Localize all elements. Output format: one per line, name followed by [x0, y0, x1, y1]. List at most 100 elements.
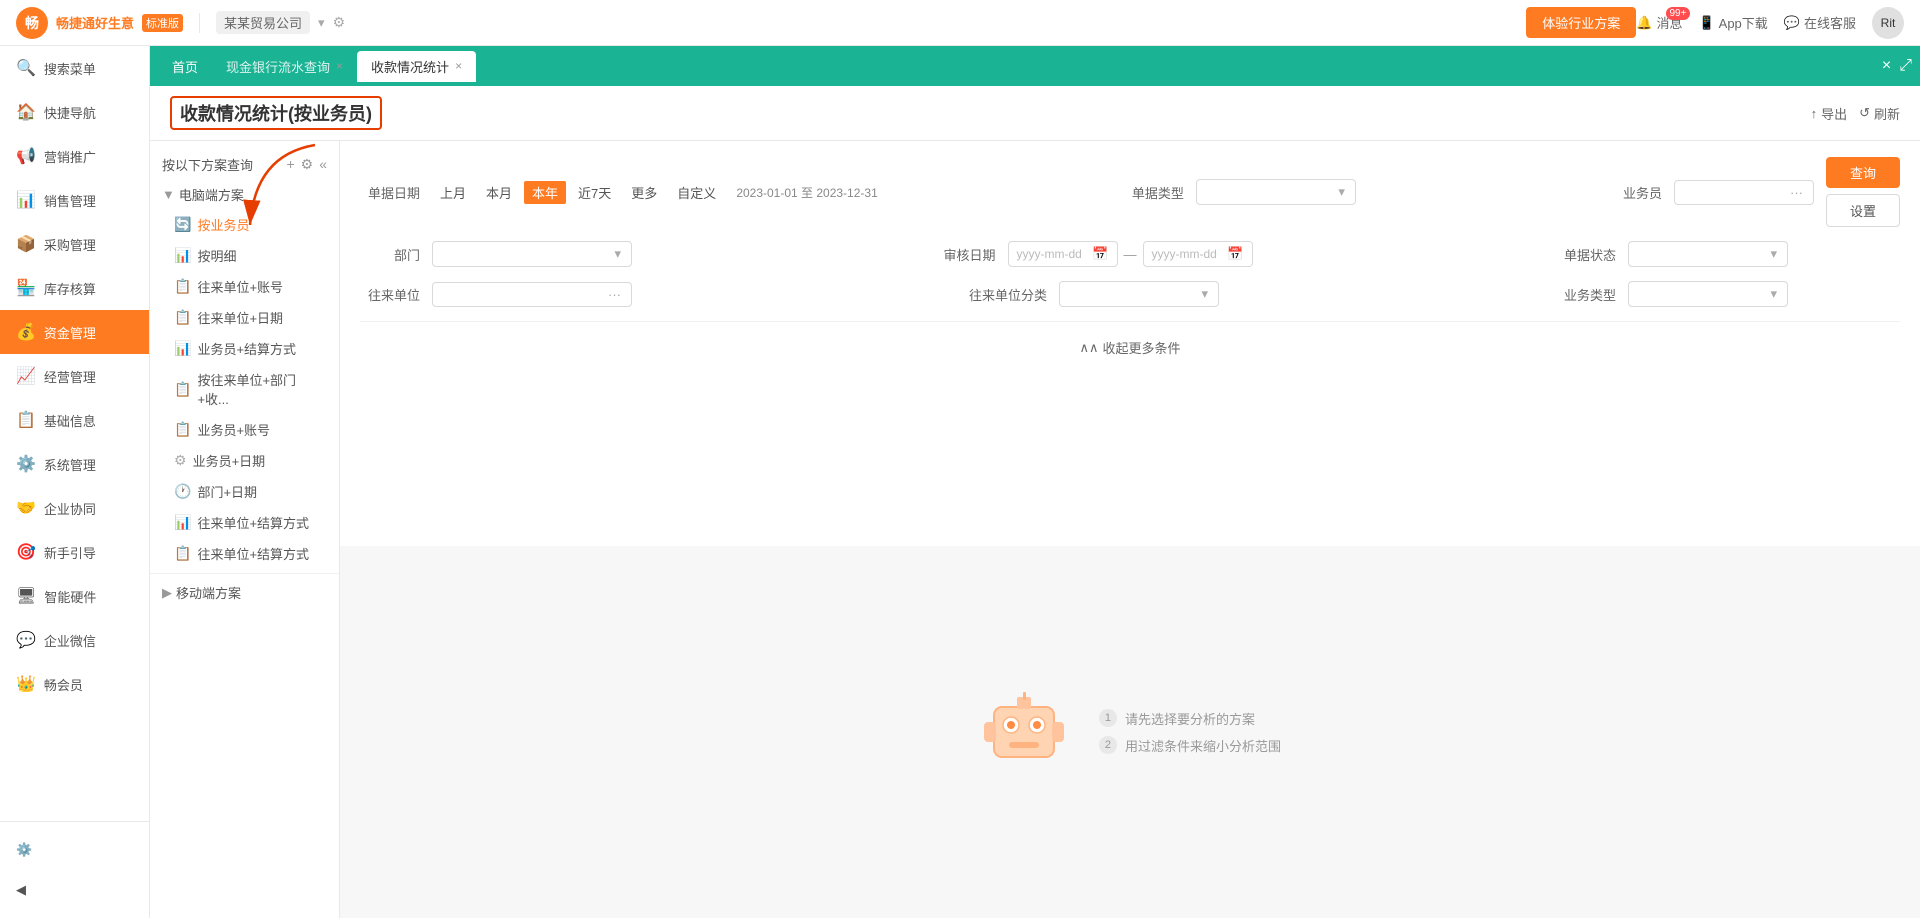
pc-scheme-group[interactable]: ▼ 电脑端方案: [150, 180, 339, 209]
salesman-select[interactable]: ···: [1674, 180, 1814, 205]
scheme-settings-btn[interactable]: ⚙: [301, 156, 314, 173]
mobile-group-arrow: ▶: [162, 585, 172, 601]
date-opt-more[interactable]: 更多: [623, 181, 665, 204]
empty-step-2-label: 用过滤条件来缩小分析范围: [1125, 736, 1281, 755]
sidebar-item-finance-label: 资金管理: [44, 323, 96, 342]
dept-select[interactable]: ▾: [432, 241, 632, 267]
date-opt-this-year[interactable]: 本年: [524, 181, 566, 204]
scheme-item-partner-dept[interactable]: 📋 按往来单位+部门+收...: [150, 364, 339, 414]
date-opt-this-month[interactable]: 本月: [478, 181, 520, 204]
sidebar-item-member-label: 畅会员: [44, 675, 83, 694]
nav-icon: 🏠: [16, 102, 36, 122]
top-bar-left: 畅 畅捷通好生意 标准版 某某贸易公司 ▾ ⚙: [16, 7, 345, 39]
date-opt-custom[interactable]: 自定义: [669, 181, 724, 204]
sidebar-item-wechat[interactable]: 💬 企业微信: [0, 618, 149, 662]
scheme-item-salesman-date[interactable]: ⚙ 业务员+日期: [150, 445, 339, 476]
calendar-to-icon[interactable]: 📅: [1227, 246, 1243, 262]
doc-status-label: 单据状态: [1556, 245, 1616, 264]
scheme-item-salesman-settle[interactable]: 📊 业务员+结算方式: [150, 333, 339, 364]
review-date-from-input[interactable]: yyyy-mm-dd 📅: [1008, 241, 1118, 267]
tab-collection-stats[interactable]: 收款情况统计 ×: [357, 51, 476, 82]
layout: 🔍 搜索菜单 🏠 快捷导航 📢 营销推广 📊 销售管理 📦 采购管理 🏪 库存核…: [0, 46, 1920, 918]
pc-group-label: 电脑端方案: [179, 185, 244, 204]
sidebar-item-system[interactable]: ⚙️ 系统管理: [0, 442, 149, 486]
tab-bank-flow-close[interactable]: ×: [336, 59, 343, 73]
scheme-add-btn[interactable]: +: [286, 156, 294, 173]
tab-bar: 首页 现金银行流水查询 × 收款情况统计 × × ⤢: [150, 46, 1920, 86]
tab-bar-right: × ⤢: [1882, 57, 1912, 75]
sidebar-item-hardware[interactable]: 🖥 智能硬件: [0, 574, 149, 618]
sidebar-item-wechat-label: 企业微信: [44, 631, 96, 650]
partner-category-select[interactable]: ▾: [1059, 281, 1219, 307]
sidebar-item-base-info[interactable]: 📋 基础信息: [0, 398, 149, 442]
partner-select[interactable]: ···: [432, 282, 632, 307]
collapse-chevron-icon: ∧∧: [1079, 340, 1098, 356]
partner-more[interactable]: ···: [608, 287, 621, 302]
scheme-item-partner-date[interactable]: 📋 往来单位+日期: [150, 302, 339, 333]
edition-badge: 标准版: [142, 14, 183, 32]
set-button[interactable]: 设置: [1826, 194, 1900, 227]
sidebar-item-search[interactable]: 🔍 搜索菜单: [0, 46, 149, 90]
sidebar-collapse-btn[interactable]: ◀: [0, 870, 149, 910]
finance-icon: 💰: [16, 322, 36, 342]
close-all-tabs-btn[interactable]: ×: [1882, 57, 1891, 75]
app-download-button[interactable]: 📱 App下载: [1698, 13, 1767, 32]
date-opt-7days[interactable]: 近7天: [570, 181, 619, 204]
scheme-item-dept-date[interactable]: 🕐 部门+日期: [150, 476, 339, 507]
export-button[interactable]: ↑ 导出: [1811, 104, 1848, 123]
sidebar-item-base-info-label: 基础信息: [44, 411, 96, 430]
sidebar-item-nav[interactable]: 🏠 快捷导航: [0, 90, 149, 134]
company-selector[interactable]: 某某贸易公司: [216, 11, 310, 34]
sidebar-item-operations-label: 经营管理: [44, 367, 96, 386]
doc-status-select[interactable]: ▾: [1628, 241, 1788, 267]
sidebar-item-collab[interactable]: 🤝 企业协同: [0, 486, 149, 530]
settings-icon[interactable]: ⚙: [333, 14, 346, 31]
biz-type-select[interactable]: ▾: [1628, 281, 1788, 307]
scheme-item-salesman[interactable]: 🔄 按业务员: [150, 209, 339, 240]
step-num-1: 1: [1099, 709, 1117, 727]
salesman-more[interactable]: ···: [1790, 185, 1803, 200]
tab-collection-stats-close[interactable]: ×: [455, 59, 462, 73]
collapse-more-btn[interactable]: ∧∧ 收起更多条件: [1071, 330, 1188, 365]
scheme-detail-label: 按明细: [197, 246, 236, 265]
online-service-button[interactable]: 💬 在线客服: [1784, 13, 1856, 32]
avatar[interactable]: Rit: [1872, 7, 1904, 39]
scheme-item-salesman-account[interactable]: 📋 业务员+账号: [150, 414, 339, 445]
scheme-item-detail[interactable]: 📊 按明细: [150, 240, 339, 271]
refresh-button[interactable]: ↺ 刷新: [1859, 104, 1900, 123]
date-opt-last-month[interactable]: 上月: [432, 181, 474, 204]
sidebar-item-collab-label: 企业协同: [44, 499, 96, 518]
page-header: 收款情况统计(按业务员) ↑ 导出 ↺ 刷新: [150, 86, 1920, 141]
dept-arrow: ▾: [614, 246, 621, 262]
maximize-btn[interactable]: ⤢: [1899, 57, 1912, 75]
sidebar-item-operations[interactable]: 📈 经营管理: [0, 354, 149, 398]
scheme-item-partner-account[interactable]: 📋 往来单位+账号: [150, 271, 339, 302]
base-info-icon: 📋: [16, 410, 36, 430]
sidebar-item-sales[interactable]: 📊 销售管理: [0, 178, 149, 222]
company-dropdown-icon[interactable]: ▾: [318, 15, 325, 31]
review-date-to-input[interactable]: yyyy-mm-dd 📅: [1143, 241, 1253, 267]
sidebar-item-finance[interactable]: 💰 资金管理: [0, 310, 149, 354]
sidebar-item-guide[interactable]: 🎯 新手引导: [0, 530, 149, 574]
doc-type-select[interactable]: ▾: [1196, 179, 1356, 205]
content-area: 按以下方案查询 + ⚙ « ▼ 电脑端方案 🔄 按业务员 📊: [150, 141, 1920, 918]
refresh-icon: ↺: [1859, 105, 1870, 121]
sidebar-item-inventory[interactable]: 🏪 库存核算: [0, 266, 149, 310]
calendar-from-icon[interactable]: 📅: [1092, 246, 1108, 262]
scheme-item-partner-settle1[interactable]: 📊 往来单位+结算方式: [150, 507, 339, 538]
scheme-item-partner-settle2[interactable]: 📋 往来单位+结算方式: [150, 538, 339, 569]
query-button[interactable]: 查询: [1826, 157, 1900, 188]
messages-button[interactable]: 🔔 消息 99+: [1636, 13, 1682, 32]
right-panel: 单据日期 上月 本月 本年 近7天 更多 自定义 2023-01-01 至 20…: [340, 141, 1920, 918]
sidebar-settings-btn[interactable]: ⚙️: [0, 830, 149, 870]
trial-button[interactable]: 体验行业方案: [1526, 7, 1636, 38]
purchase-icon: 📦: [16, 234, 36, 254]
app-name: 畅捷通好生意: [56, 13, 134, 32]
tab-home[interactable]: 首页: [158, 51, 212, 82]
sidebar-item-member[interactable]: 👑 畅会员: [0, 662, 149, 706]
tab-bank-flow[interactable]: 现金银行流水查询 ×: [212, 51, 357, 82]
sidebar-item-purchase[interactable]: 📦 采购管理: [0, 222, 149, 266]
sidebar-item-marketing[interactable]: 📢 营销推广: [0, 134, 149, 178]
mobile-scheme-group[interactable]: ▶ 移动端方案: [150, 578, 339, 607]
scheme-collapse-btn[interactable]: «: [319, 156, 327, 173]
